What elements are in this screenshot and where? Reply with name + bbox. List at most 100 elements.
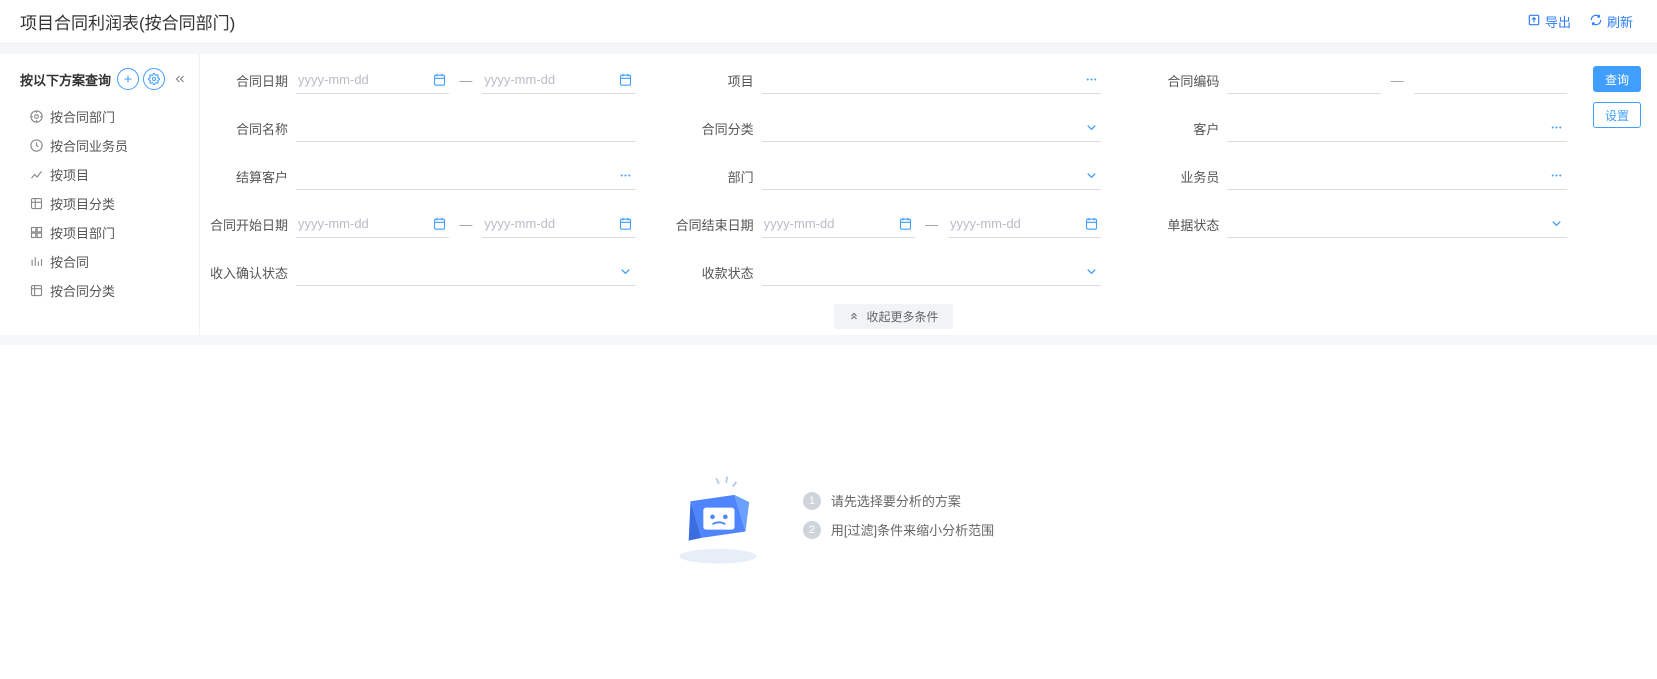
refresh-button[interactable]: 刷新 <box>1589 12 1633 31</box>
chevron-down-icon[interactable] <box>618 264 634 280</box>
empty-step-2: 2 用[过滤]条件来缩小分析范围 <box>803 520 994 539</box>
contract-category-select[interactable] <box>762 114 1102 142</box>
sidebar-item-project[interactable]: 按项目 <box>0 160 199 189</box>
ellipsis-icon[interactable] <box>1549 168 1565 184</box>
filter-label: 合同分类 <box>676 119 762 138</box>
grid-icon <box>28 225 44 241</box>
end-date-from[interactable] <box>762 210 915 238</box>
date-input[interactable] <box>482 68 635 91</box>
filter-customer: 客户 <box>1141 114 1567 142</box>
filter-contract-date: 合同日期 — <box>210 66 636 94</box>
filter-label: 业务员 <box>1141 167 1227 186</box>
filter-salesperson: 业务员 <box>1141 162 1567 190</box>
contract-date-to[interactable] <box>482 66 635 94</box>
settings-button[interactable]: 设置 <box>1593 102 1641 128</box>
select-input[interactable] <box>762 116 1102 139</box>
select-input[interactable] <box>762 260 1102 283</box>
lookup-input[interactable] <box>1227 116 1567 139</box>
sidebar-item-label: 按项目 <box>50 165 89 184</box>
refresh-label: 刷新 <box>1607 12 1633 31</box>
table-icon <box>28 283 44 299</box>
calendar-icon[interactable] <box>431 72 447 88</box>
range-dash: — <box>457 217 474 232</box>
contract-date-from[interactable] <box>296 66 449 94</box>
sidebar-item-contract-sales[interactable]: 按合同业务员 <box>0 131 199 160</box>
sidebar-list: 按合同部门 按合同业务员 按项目 按项目分类 按项目部门 按合同 <box>0 98 199 305</box>
salesperson-input[interactable] <box>1227 162 1567 190</box>
contract-name-input[interactable] <box>296 114 636 142</box>
customer-input[interactable] <box>1227 114 1567 142</box>
collapse-label: 收起更多条件 <box>866 308 938 325</box>
calendar-icon[interactable] <box>431 216 447 232</box>
date-input[interactable] <box>948 212 1101 235</box>
lookup-input[interactable] <box>1227 164 1567 187</box>
payment-status-select[interactable] <box>762 258 1102 286</box>
calendar-icon[interactable] <box>618 72 634 88</box>
chevron-down-icon[interactable] <box>1083 264 1099 280</box>
range-dash: — <box>1389 73 1406 88</box>
date-input[interactable] <box>296 212 449 235</box>
start-date-to[interactable] <box>482 210 635 238</box>
calendar-icon[interactable] <box>1083 216 1099 232</box>
filter-contract-end: 合同结束日期 — <box>676 210 1102 238</box>
ellipsis-icon[interactable] <box>1549 120 1565 136</box>
select-input[interactable] <box>762 164 1102 187</box>
revenue-status-select[interactable] <box>296 258 636 286</box>
sidebar-item-label: 按合同分类 <box>50 281 115 300</box>
filter-revenue-status: 收入确认状态 <box>210 258 636 286</box>
header-actions: 导出 刷新 <box>1527 12 1633 31</box>
start-date-from[interactable] <box>296 210 449 238</box>
bar-icon <box>28 254 44 270</box>
range-dash: — <box>457 73 474 88</box>
ellipsis-icon[interactable] <box>618 168 634 184</box>
sidebar-item-project-dept[interactable]: 按项目部门 <box>0 218 199 247</box>
sidebar-item-label: 按合同部门 <box>50 107 115 126</box>
sidebar-item-contract[interactable]: 按合同 <box>0 247 199 276</box>
bill-status-select[interactable] <box>1227 210 1567 238</box>
export-button[interactable]: 导出 <box>1527 12 1571 31</box>
sidebar-item-project-category[interactable]: 按项目分类 <box>0 189 199 218</box>
date-range-control: — <box>296 66 636 94</box>
text-input[interactable] <box>296 116 636 139</box>
text-input[interactable] <box>1227 68 1380 91</box>
end-date-to[interactable] <box>948 210 1101 238</box>
calendar-icon[interactable] <box>897 216 913 232</box>
contract-code-from[interactable] <box>1227 66 1380 94</box>
select-input[interactable] <box>296 260 636 283</box>
filter-label: 收入确认状态 <box>210 263 296 282</box>
date-input[interactable] <box>762 212 915 235</box>
export-icon <box>1527 13 1541 30</box>
department-select[interactable] <box>762 162 1102 190</box>
dept-icon <box>28 109 44 125</box>
contract-code-to[interactable] <box>1414 66 1567 94</box>
lookup-input[interactable] <box>296 164 636 187</box>
query-button[interactable]: 查询 <box>1593 66 1641 92</box>
scheme-settings-button[interactable] <box>143 68 165 90</box>
lookup-input[interactable] <box>762 68 1102 91</box>
filter-contract-code: 合同编码 — <box>1141 66 1567 94</box>
chevron-down-icon[interactable] <box>1083 168 1099 184</box>
date-input[interactable] <box>296 68 449 91</box>
scheme-sidebar: 按以下方案查询 按合同部门 按合同业务员 按项目 <box>0 54 200 335</box>
filter-bill-status: 单据状态 <box>1141 210 1567 238</box>
collapse-conditions-button[interactable]: 收起更多条件 <box>834 304 952 329</box>
settlement-customer-input[interactable] <box>296 162 636 190</box>
chevron-down-icon[interactable] <box>1549 216 1565 232</box>
page-header: 项目合同利润表(按合同部门) 导出 刷新 <box>0 0 1657 44</box>
step-text: 请先选择要分析的方案 <box>831 491 961 510</box>
select-input[interactable] <box>1227 212 1567 235</box>
text-input[interactable] <box>1414 68 1567 91</box>
date-input[interactable] <box>482 212 635 235</box>
project-input[interactable] <box>762 66 1102 94</box>
ellipsis-icon[interactable] <box>1083 72 1099 88</box>
refresh-icon <box>1589 13 1603 30</box>
export-label: 导出 <box>1545 12 1571 31</box>
filter-grid: 合同日期 — 项目 <box>210 66 1577 286</box>
sidebar-item-contract-category[interactable]: 按合同分类 <box>0 276 199 305</box>
sidebar-item-contract-dept[interactable]: 按合同部门 <box>0 102 199 131</box>
chevron-down-icon[interactable] <box>1083 120 1099 136</box>
calendar-icon[interactable] <box>618 216 634 232</box>
collapse-sidebar-button[interactable] <box>171 68 189 90</box>
add-scheme-button[interactable] <box>117 68 139 90</box>
range-dash: — <box>923 217 940 232</box>
